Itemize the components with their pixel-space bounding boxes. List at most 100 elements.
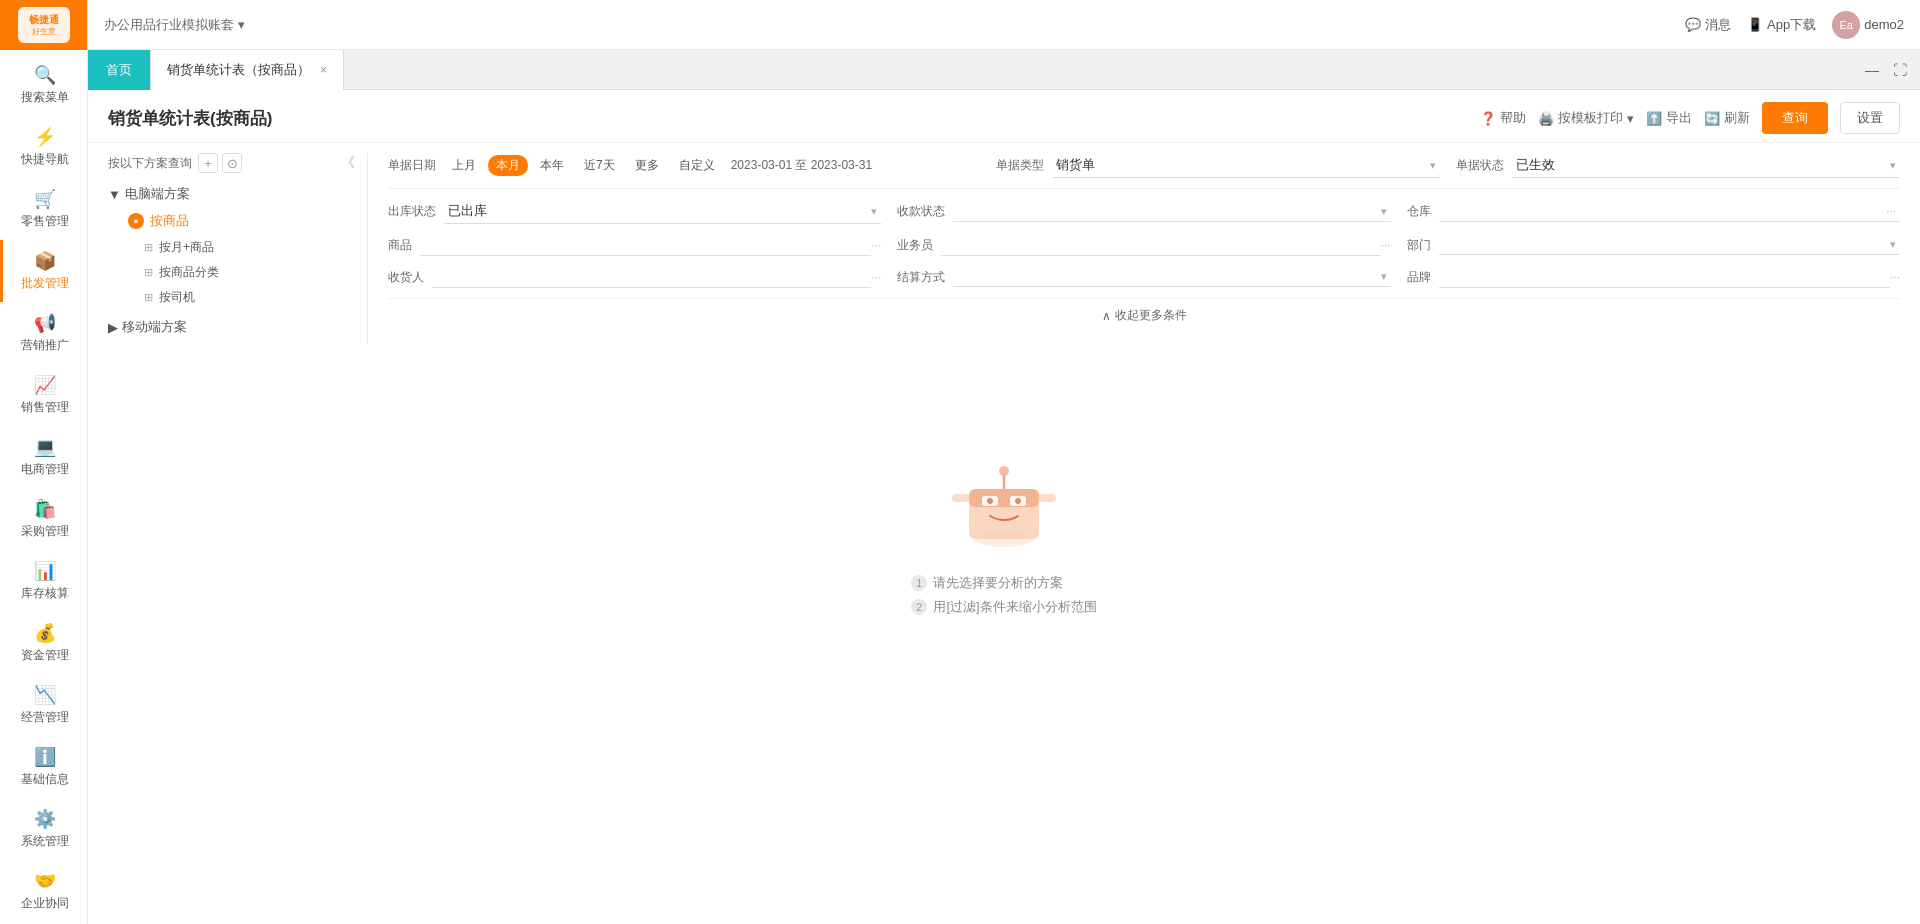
docstatus-label: 单据状态	[1456, 157, 1504, 174]
scheme-sub-item-label: 按商品分类	[159, 264, 219, 281]
date-tab-custom[interactable]: 自定义	[671, 155, 723, 176]
scheme-add-btn[interactable]: +	[198, 153, 218, 173]
collapse-label: 收起更多条件	[1115, 307, 1187, 324]
sidebar-item-ecommerce[interactable]: 💻 电商管理	[0, 426, 87, 488]
management-icon: 📉	[34, 684, 56, 706]
goods-input[interactable]	[420, 234, 871, 256]
help-label: 帮助	[1500, 109, 1526, 127]
sidebar-item-label: 营销推广	[21, 337, 69, 354]
user-menu[interactable]: Ea demo2	[1832, 11, 1904, 39]
tip-text-1: 请先选择要分析的方案	[933, 574, 1063, 592]
tip-num-1: 1	[911, 575, 927, 591]
date-tab-current-month[interactable]: 本月	[488, 155, 528, 176]
scheme-settings-btn[interactable]: ⊙	[222, 153, 242, 173]
tab-home[interactable]: 首页	[88, 50, 151, 90]
outstatus-select[interactable]: 已出库 ▾	[444, 199, 881, 224]
dept-select[interactable]: ▾	[1439, 235, 1900, 255]
filter-row-3: 商品 ··· 业务员 ··· 部门	[388, 234, 1900, 256]
collectstatus-select[interactable]: ▾	[953, 202, 1390, 222]
staff-input[interactable]	[941, 234, 1380, 256]
print-icon: 🖨️	[1538, 111, 1554, 126]
settle-select[interactable]: ▾	[953, 267, 1390, 287]
docstatus-value: 已生效	[1516, 156, 1555, 174]
app-download-btn[interactable]: 📱 App下载	[1747, 16, 1816, 34]
svg-rect-9	[952, 494, 970, 502]
settings-button[interactable]: 设置	[1840, 102, 1900, 134]
tab-close-btn[interactable]: ×	[320, 63, 327, 77]
sidebar-item-sales[interactable]: 📈 销售管理	[0, 364, 87, 426]
scheme-group-pc-header[interactable]: ▼ 电脑端方案	[108, 181, 355, 207]
filter-row-2: 出库状态 已出库 ▾ 收款状态 ▾	[388, 199, 1900, 224]
sidebar-item-marketing[interactable]: 📢 营销推广	[0, 302, 87, 364]
industry-selector[interactable]: 办公用品行业模拟账套 ▾	[104, 16, 245, 34]
outstatus-chevron-icon: ▾	[871, 205, 877, 218]
refresh-btn[interactable]: 🔄 刷新	[1704, 109, 1750, 127]
date-label: 单据日期	[388, 157, 436, 174]
scheme-item-goods-category[interactable]: ⊞ 按商品分类	[108, 260, 355, 285]
goods-dots[interactable]: ···	[871, 238, 881, 252]
empty-tips: 1 请先选择要分析的方案 2 用[过滤]条件来缩小分析范围	[911, 574, 1096, 622]
sidebar-item-wholesale[interactable]: 📦 批发管理	[0, 240, 87, 302]
settle-field: 结算方式 ▾	[897, 267, 1390, 287]
receiver-dots[interactable]: ···	[871, 270, 881, 284]
warehouse-select[interactable]: ···	[1439, 201, 1900, 222]
sidebar-item-basic[interactable]: ℹ️ 基础信息	[0, 736, 87, 798]
sidebar-item-inventory[interactable]: 📊 库存核算	[0, 550, 87, 612]
tabs-bar: 首页 销货单统计表（按商品） × — ⛶	[88, 50, 1920, 90]
scheme-group-mobile-header[interactable]: ▶ 移动端方案	[108, 314, 355, 340]
sidebar-item-management[interactable]: 📉 经营管理	[0, 674, 87, 736]
export-btn[interactable]: ⬆️ 导出	[1646, 109, 1692, 127]
sidebar-item-system[interactable]: ⚙️ 系统管理	[0, 798, 87, 860]
message-btn[interactable]: 💬 消息	[1685, 16, 1731, 34]
warehouse-dots[interactable]: ···	[1886, 204, 1896, 218]
finance-icon: 💰	[34, 622, 56, 644]
staff-dots[interactable]: ···	[1381, 238, 1391, 252]
topbar: 办公用品行业模拟账套 ▾ 💬 消息 📱 App下载 Ea demo2	[88, 0, 1920, 50]
collectstatus-label: 收款状态	[897, 203, 945, 220]
page-header: 销货单统计表(按商品) ❓ 帮助 🖨️ 按模板打印 ▾ ⬆️ 导出	[88, 90, 1920, 143]
sidebar-item-search[interactable]: 🔍 搜索菜单	[0, 54, 87, 116]
sidebar-item-finance[interactable]: 💰 资金管理	[0, 612, 87, 674]
tab-active[interactable]: 销货单统计表（按商品） ×	[151, 50, 344, 90]
warehouse-label: 仓库	[1407, 203, 1431, 220]
date-tab-last-month[interactable]: 上月	[444, 155, 484, 176]
tab-expand-btn[interactable]: ⛶	[1888, 58, 1912, 82]
scheme-item-by-goods[interactable]: ● 按商品	[108, 207, 355, 235]
template-print-btn[interactable]: 🖨️ 按模板打印 ▾	[1538, 109, 1634, 127]
sidebar-item-corp-collab[interactable]: 🤝 企业协同	[0, 860, 87, 922]
group-arrow-icon: ▼	[108, 187, 121, 202]
date-tab-7days[interactable]: 近7天	[576, 155, 623, 176]
doctype-select[interactable]: 销货单 ▾	[1052, 153, 1440, 178]
divider-1	[388, 188, 1900, 189]
scheme-item-month-goods[interactable]: ⊞ 按月+商品	[108, 235, 355, 260]
svg-point-8	[999, 466, 1009, 476]
grid2-icon: ⊞	[144, 266, 153, 279]
docstatus-select[interactable]: 已生效 ▾	[1512, 153, 1900, 178]
query-button[interactable]: 查询	[1762, 102, 1828, 134]
collapse-button[interactable]: ∧ 收起更多条件	[1102, 307, 1187, 324]
sidebar-item-retail[interactable]: 🛒 零售管理	[0, 178, 87, 240]
settle-label: 结算方式	[897, 269, 945, 286]
sidebar-item-quicknav[interactable]: ⚡ 快捷导航	[0, 116, 87, 178]
logo-sub: 好生意	[32, 26, 56, 37]
staff-field: 业务员 ···	[897, 234, 1390, 256]
help-btn[interactable]: ❓ 帮助	[1480, 109, 1526, 127]
filter-form: 单据日期 上月 本月 本年 近7天 更多 自定义 2023-03-01 至 20…	[368, 153, 1900, 344]
scheme-item-label: 按商品	[150, 212, 189, 230]
receiver-input[interactable]	[432, 266, 871, 288]
tip-text-2: 用[过滤]条件来缩小分析范围	[933, 598, 1096, 616]
brand-dots[interactable]: ···	[1890, 270, 1900, 284]
scheme-collapse-btn[interactable]: 《	[341, 154, 355, 172]
svg-rect-2	[969, 489, 1039, 507]
date-range: 2023-03-01 至 2023-03-31	[731, 157, 872, 174]
scheme-group-mobile: ▶ 移动端方案	[108, 314, 355, 340]
sidebar-item-purchase[interactable]: 🛍️ 采购管理	[0, 488, 87, 550]
dropdown-arrow-icon: ▾	[238, 17, 245, 32]
date-tab-year[interactable]: 本年	[532, 155, 572, 176]
tab-minimize-btn[interactable]: —	[1860, 58, 1884, 82]
system-icon: ⚙️	[34, 808, 56, 830]
scheme-item-by-driver[interactable]: ⊞ 按司机	[108, 285, 355, 310]
brand-input[interactable]	[1439, 266, 1890, 288]
grid3-icon: ⊞	[144, 291, 153, 304]
date-tab-more[interactable]: 更多	[627, 155, 667, 176]
